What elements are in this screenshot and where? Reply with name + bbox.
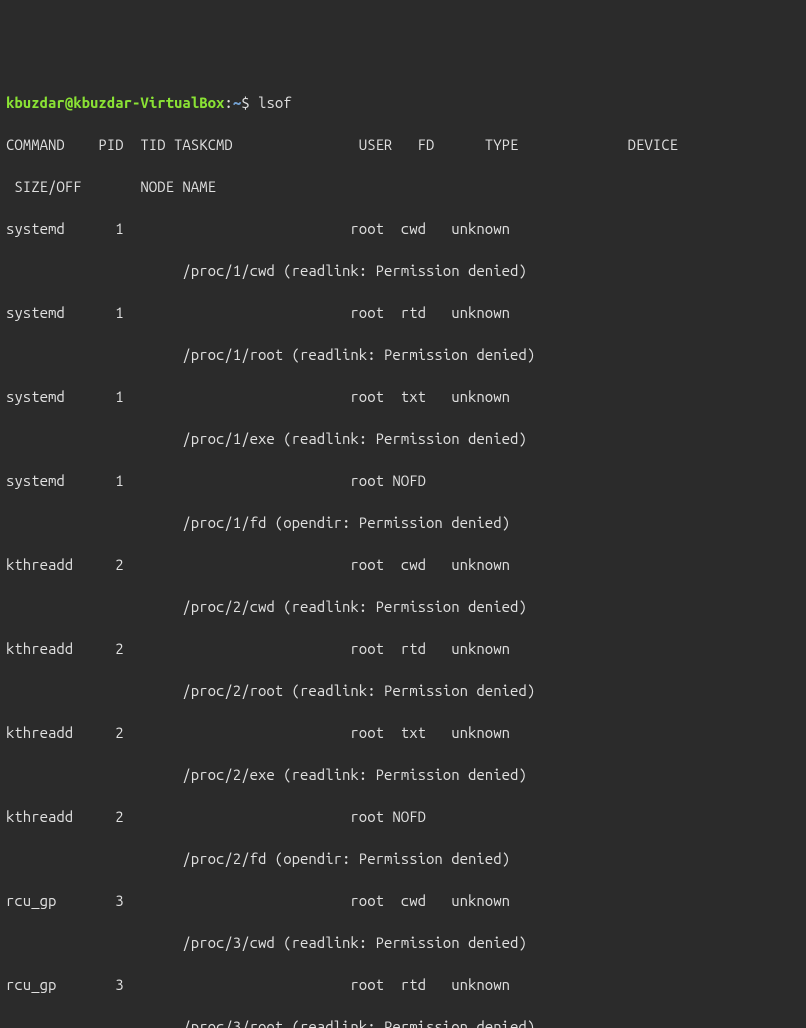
output-row: systemd 1 root cwd unknown	[6, 218, 800, 239]
prompt-at: @	[65, 94, 73, 111]
output-row-detail: /proc/2/exe (readlink: Permission denied…	[6, 764, 800, 785]
output-row-detail: /proc/1/root (readlink: Permission denie…	[6, 344, 800, 365]
output-row-detail: /proc/1/exe (readlink: Permission denied…	[6, 428, 800, 449]
output-row-detail: /proc/3/root (readlink: Permission denie…	[6, 1016, 800, 1028]
prompt-dollar: $	[241, 94, 258, 111]
output-row-detail: /proc/3/cwd (readlink: Permission denied…	[6, 932, 800, 953]
output-row-detail: /proc/1/fd (opendir: Permission denied)	[6, 512, 800, 533]
output-row-detail: /proc/2/cwd (readlink: Permission denied…	[6, 596, 800, 617]
header-line-1: COMMAND PID TID TASKCMD USER FD TYPE DEV…	[6, 134, 800, 155]
prompt-colon: :	[224, 94, 232, 111]
prompt-user: kbuzdar	[6, 94, 65, 111]
output-row-detail: /proc/2/fd (opendir: Permission denied)	[6, 848, 800, 869]
output-row: kthreadd 2 root rtd unknown	[6, 638, 800, 659]
output-row: systemd 1 root rtd unknown	[6, 302, 800, 323]
output-row: systemd 1 root txt unknown	[6, 386, 800, 407]
header-line-2: SIZE/OFF NODE NAME	[6, 176, 800, 197]
prompt-host: kbuzdar-VirtualBox	[73, 94, 224, 111]
prompt-path: ~	[233, 94, 241, 111]
output-row: rcu_gp 3 root cwd unknown	[6, 890, 800, 911]
command-text: lsof	[258, 94, 292, 111]
prompt-line[interactable]: kbuzdar@kbuzdar-VirtualBox:~$ lsof	[6, 92, 800, 113]
output-row: systemd 1 root NOFD	[6, 470, 800, 491]
output-row-detail: /proc/1/cwd (readlink: Permission denied…	[6, 260, 800, 281]
output-row: kthreadd 2 root NOFD	[6, 806, 800, 827]
output-row: kthreadd 2 root txt unknown	[6, 722, 800, 743]
output-row: kthreadd 2 root cwd unknown	[6, 554, 800, 575]
output-row-detail: /proc/2/root (readlink: Permission denie…	[6, 680, 800, 701]
output-row: rcu_gp 3 root rtd unknown	[6, 974, 800, 995]
